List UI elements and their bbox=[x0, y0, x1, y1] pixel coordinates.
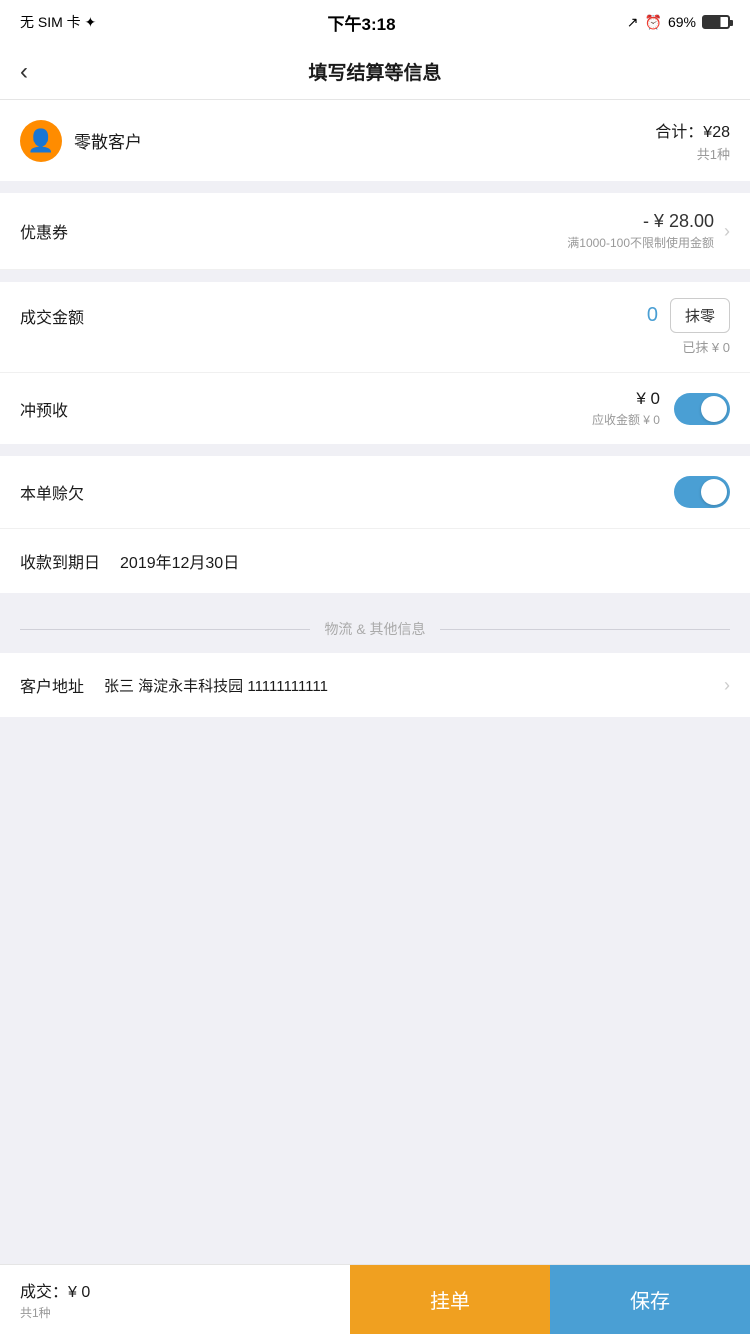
bottom-count: 共1种 bbox=[20, 1304, 330, 1321]
customer-count: 共1种 bbox=[655, 144, 730, 163]
page-title: 填写结算等信息 bbox=[308, 58, 441, 85]
round-button[interactable]: 抹零 bbox=[670, 298, 730, 333]
save-button[interactable]: 保存 bbox=[550, 1265, 750, 1334]
address-chevron-icon: › bbox=[724, 675, 730, 696]
prepay-row: 冲预收 ¥ 0 应收金额 ¥ 0 bbox=[0, 373, 750, 444]
coupon-label: 优惠券 bbox=[20, 219, 68, 243]
divider-4 bbox=[0, 593, 750, 605]
prepay-right: ¥ 0 应收金额 ¥ 0 bbox=[592, 389, 730, 428]
alarm-icon: ⏰ bbox=[645, 14, 662, 31]
divider-2 bbox=[0, 270, 750, 282]
bottom-deal-label: 成交：¥ 0 bbox=[20, 1278, 330, 1302]
customer-row: 👤 零散客户 合计：¥28 共1种 bbox=[0, 100, 750, 181]
back-button[interactable]: ‹ bbox=[12, 50, 36, 94]
prepay-label: 冲预收 bbox=[20, 397, 68, 421]
status-left: 无 SIM 卡 ✦ bbox=[20, 12, 96, 32]
divider-1 bbox=[0, 181, 750, 193]
status-right: ↗ ⏰ 69% bbox=[627, 14, 730, 31]
duedate-row: 收款到期日 2019年12月30日 bbox=[0, 528, 750, 593]
debt-row: 本单赊欠 bbox=[0, 456, 750, 528]
prepay-toggle[interactable] bbox=[674, 393, 730, 425]
main-content: 👤 零散客户 合计：¥28 共1种 优惠券 - ¥ 28.00 满1000-10… bbox=[0, 100, 750, 979]
status-bar: 无 SIM 卡 ✦ 下午3:18 ↗ ⏰ 69% bbox=[0, 0, 750, 44]
header-line-left bbox=[20, 629, 310, 630]
address-label: 客户地址 bbox=[20, 673, 84, 697]
debt-label: 本单赊欠 bbox=[20, 480, 84, 504]
prepay-sub: 应收金额 ¥ 0 bbox=[592, 411, 660, 428]
divider-3 bbox=[0, 444, 750, 456]
bottom-bar: 成交：¥ 0 共1种 挂单 保存 bbox=[0, 1264, 750, 1334]
amount-label: 成交金额 bbox=[20, 304, 84, 328]
customer-avatar: 👤 bbox=[20, 120, 62, 162]
amount-sub: 已抹 ¥ 0 bbox=[20, 337, 730, 356]
hold-button[interactable]: 挂单 bbox=[350, 1265, 550, 1334]
amount-right: 0 抹零 bbox=[647, 298, 730, 333]
amount-value: 0 bbox=[647, 304, 658, 327]
prepay-amount: ¥ 0 bbox=[592, 389, 660, 409]
discount-amount: - ¥ 28.00 bbox=[567, 211, 714, 232]
status-time: 下午3:18 bbox=[328, 10, 396, 35]
avatar-icon: 👤 bbox=[27, 128, 54, 154]
logistics-section-header: 物流 & 其他信息 bbox=[0, 605, 750, 653]
transaction-amount-row: 成交金额 0 抹零 已抹 ¥ 0 bbox=[0, 282, 750, 373]
customer-total: 合计：¥28 bbox=[655, 118, 730, 142]
address-value: 张三 海淀永丰科技园 11111111111 bbox=[104, 675, 724, 696]
prepay-values: ¥ 0 应收金额 ¥ 0 bbox=[592, 389, 660, 428]
amount-top: 成交金额 0 抹零 bbox=[20, 298, 730, 333]
coupon-row[interactable]: 优惠券 - ¥ 28.00 满1000-100不限制使用金额 › bbox=[0, 193, 750, 270]
nav-bar: ‹ 填写结算等信息 bbox=[0, 44, 750, 100]
address-row[interactable]: 客户地址 张三 海淀永丰科技园 11111111111 › bbox=[0, 653, 750, 717]
bottom-info: 成交：¥ 0 共1种 bbox=[0, 1278, 350, 1321]
location-icon: ↗ bbox=[627, 14, 639, 31]
empty-area bbox=[0, 729, 750, 909]
coupon-right: - ¥ 28.00 满1000-100不限制使用金额 › bbox=[567, 211, 730, 251]
header-line-right bbox=[440, 629, 730, 630]
sim-text: 无 SIM 卡 ✦ bbox=[20, 12, 96, 32]
debt-toggle[interactable] bbox=[674, 476, 730, 508]
divider-5 bbox=[0, 717, 750, 729]
chevron-right-icon: › bbox=[724, 221, 730, 242]
customer-left: 👤 零散客户 bbox=[20, 120, 142, 162]
coupon-value: - ¥ 28.00 满1000-100不限制使用金额 bbox=[567, 211, 714, 251]
duedate-label: 收款到期日 bbox=[20, 549, 100, 573]
customer-name: 零散客户 bbox=[74, 128, 142, 153]
discount-desc: 满1000-100不限制使用金额 bbox=[567, 234, 714, 251]
battery-icon bbox=[702, 15, 730, 29]
battery-text: 69% bbox=[668, 14, 696, 30]
customer-right: 合计：¥28 共1种 bbox=[655, 118, 730, 163]
duedate-value: 2019年12月30日 bbox=[120, 549, 239, 573]
logistics-label: 物流 & 其他信息 bbox=[324, 619, 425, 639]
